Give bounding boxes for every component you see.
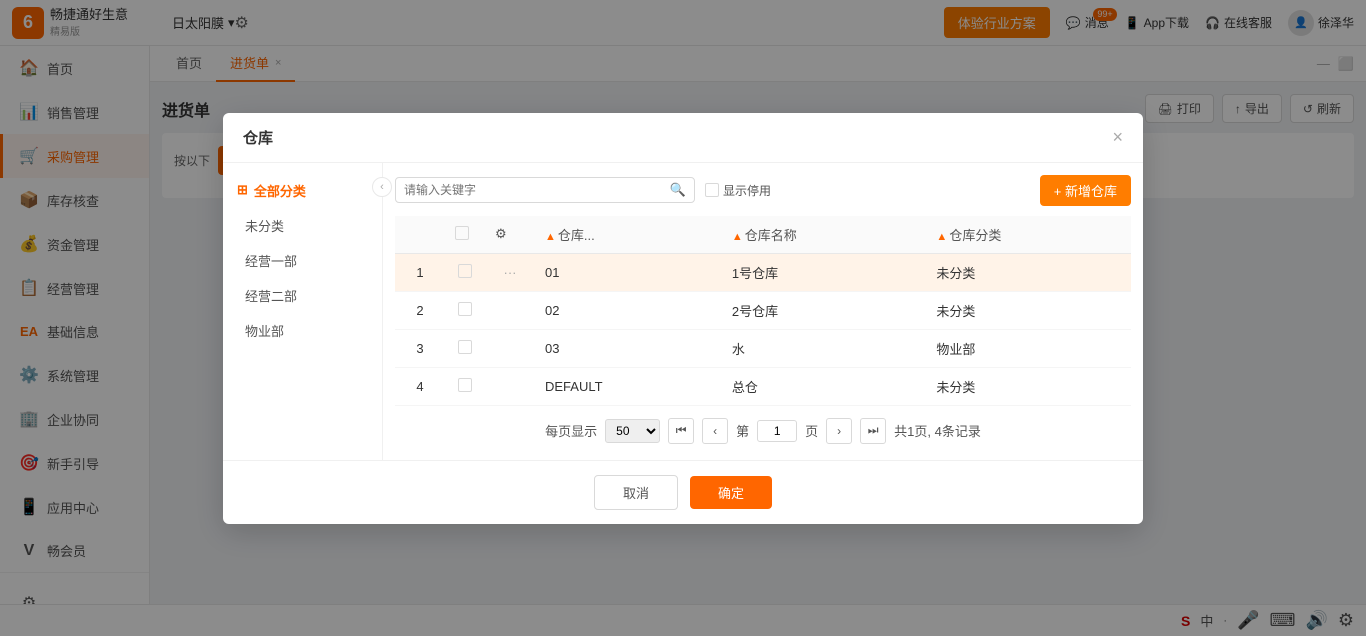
pagination: 每页显示 50 100 200 ⏮ ‹ 第 页 › ⏭ 共1页, 4条记录: [395, 406, 1131, 448]
cell-check[interactable]: [445, 367, 485, 405]
per-page-select[interactable]: 50 100 200: [605, 419, 660, 443]
modal-footer: 取消 确定: [223, 460, 1143, 524]
grid-icon: ⊞: [237, 182, 248, 198]
table-row[interactable]: 3 03 水 物业部: [395, 329, 1131, 367]
all-categories-item[interactable]: ⊞ 全部分类: [223, 173, 382, 208]
table-head: ⚙ ▲仓库... ▲仓库名称 ▲仓库分类: [395, 216, 1131, 254]
sort-icon-name: ▲: [732, 231, 743, 243]
next-page-button[interactable]: ›: [826, 418, 852, 444]
col-header-check: [445, 216, 485, 254]
row-checkbox[interactable]: [458, 302, 472, 316]
table-body: 1 ··· 01 1号仓库 未分类: [395, 253, 1131, 405]
category-item-unclassified[interactable]: 未分类: [223, 208, 382, 243]
table-panel: 🔍 显示停用 + 新增仓库: [383, 163, 1143, 460]
cell-index: 3: [395, 329, 445, 367]
header-checkbox[interactable]: [455, 226, 469, 240]
category-item-property[interactable]: 物业部: [223, 313, 382, 348]
search-icon: 🔍: [670, 182, 686, 198]
sort-icon-category: ▲: [936, 231, 947, 243]
table-toolbar: 🔍 显示停用 + 新增仓库: [395, 175, 1131, 206]
first-page-button[interactable]: ⏮: [668, 418, 694, 444]
cell-check[interactable]: [445, 253, 485, 291]
cell-index: 4: [395, 367, 445, 405]
show-disabled-text: 显示停用: [723, 182, 771, 199]
add-warehouse-button[interactable]: + 新增仓库: [1040, 175, 1131, 206]
show-disabled-label[interactable]: 显示停用: [705, 182, 771, 199]
cell-gear[interactable]: [485, 329, 535, 367]
modal-close-button[interactable]: ×: [1112, 127, 1123, 148]
col-header-category: ▲仓库分类: [926, 216, 1131, 254]
confirm-button[interactable]: 确定: [690, 476, 772, 509]
page-number-input[interactable]: [757, 420, 797, 442]
total-info: 共1页, 4条记录: [894, 421, 981, 440]
cell-name: 总仓: [722, 367, 927, 405]
row-checkbox[interactable]: [458, 264, 472, 278]
cell-category: 未分类: [926, 291, 1131, 329]
table-header-row: ⚙ ▲仓库... ▲仓库名称 ▲仓库分类: [395, 216, 1131, 254]
col-header-index: [395, 216, 445, 254]
table-row[interactable]: 1 ··· 01 1号仓库 未分类: [395, 253, 1131, 291]
search-input[interactable]: [404, 183, 664, 197]
page-label: 第: [736, 421, 749, 440]
cell-index: 1: [395, 253, 445, 291]
cell-category: 未分类: [926, 367, 1131, 405]
modal-title: 仓库: [243, 127, 273, 148]
cell-category: 物业部: [926, 329, 1131, 367]
table-wrapper: ⚙ ▲仓库... ▲仓库名称 ▲仓库分类: [395, 216, 1131, 406]
col-header-name: ▲仓库名称: [722, 216, 927, 254]
cell-index: 2: [395, 291, 445, 329]
cell-code: 03: [535, 329, 722, 367]
collapse-button[interactable]: ‹: [372, 177, 392, 197]
page-unit: 页: [805, 421, 818, 440]
cell-gear[interactable]: [485, 367, 535, 405]
cell-code: DEFAULT: [535, 367, 722, 405]
sort-icon-code: ▲: [545, 231, 556, 243]
cell-check[interactable]: [445, 329, 485, 367]
warehouse-modal: 仓库 × ⊞ 全部分类 ‹ 未分类 经营一部 经营二部 物业部: [223, 113, 1143, 524]
per-page-label: 每页显示: [545, 421, 597, 440]
category-item-dept1[interactable]: 经营一部: [223, 243, 382, 278]
cell-gear[interactable]: [485, 291, 535, 329]
cell-code: 02: [535, 291, 722, 329]
cell-name: 水: [722, 329, 927, 367]
cell-name: 2号仓库: [722, 291, 927, 329]
col-header-gear: ⚙: [485, 216, 535, 254]
row-actions-icon[interactable]: ···: [504, 265, 517, 280]
cell-check[interactable]: [445, 291, 485, 329]
all-categories-label: 全部分类: [254, 181, 306, 200]
warehouse-table: ⚙ ▲仓库... ▲仓库名称 ▲仓库分类: [395, 216, 1131, 406]
category-item-dept2[interactable]: 经营二部: [223, 278, 382, 313]
col-header-code: ▲仓库...: [535, 216, 722, 254]
row-checkbox[interactable]: [458, 378, 472, 392]
cell-code: 01: [535, 253, 722, 291]
modal-overlay[interactable]: 仓库 × ⊞ 全部分类 ‹ 未分类 经营一部 经营二部 物业部: [0, 0, 1366, 636]
table-row[interactable]: 2 02 2号仓库 未分类: [395, 291, 1131, 329]
cancel-button[interactable]: 取消: [594, 475, 678, 510]
last-page-button[interactable]: ⏭: [860, 418, 886, 444]
show-disabled-checkbox[interactable]: [705, 183, 719, 197]
cell-gear[interactable]: ···: [485, 253, 535, 291]
search-input-wrap: 🔍: [395, 177, 695, 203]
modal-body: ⊞ 全部分类 ‹ 未分类 经营一部 经营二部 物业部 🔍: [223, 163, 1143, 460]
row-checkbox[interactable]: [458, 340, 472, 354]
category-panel: ⊞ 全部分类 ‹ 未分类 经营一部 经营二部 物业部: [223, 163, 383, 460]
cell-category: 未分类: [926, 253, 1131, 291]
cell-name: 1号仓库: [722, 253, 927, 291]
prev-page-button[interactable]: ‹: [702, 418, 728, 444]
modal-header: 仓库 ×: [223, 113, 1143, 163]
table-row[interactable]: 4 DEFAULT 总仓 未分类: [395, 367, 1131, 405]
